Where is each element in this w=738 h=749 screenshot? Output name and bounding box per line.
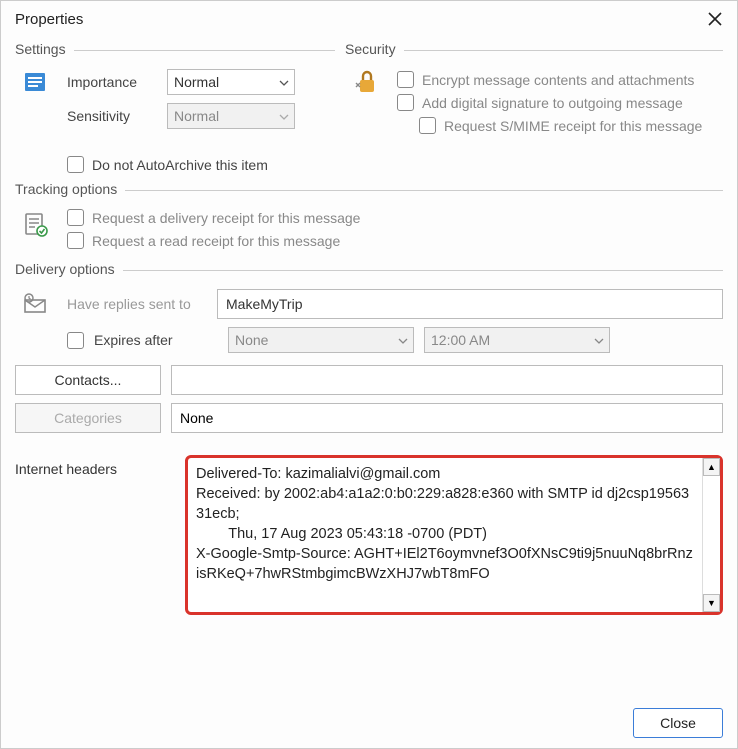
- encrypt-label: Encrypt message contents and attachments: [422, 72, 694, 88]
- read-receipt-checkbox[interactable]: [67, 232, 84, 249]
- expires-date-select: [228, 327, 414, 353]
- tracking-heading: Tracking options: [15, 181, 117, 197]
- settings-heading: Settings: [15, 41, 66, 57]
- close-button[interactable]: Close: [633, 708, 723, 738]
- delivery-receipt-checkbox[interactable]: [67, 209, 84, 226]
- contacts-input[interactable]: [171, 365, 723, 395]
- scrollbar[interactable]: ▲ ▼: [702, 458, 720, 612]
- sensitivity-label: Sensitivity: [67, 108, 157, 124]
- expires-checkbox[interactable]: [67, 332, 84, 349]
- autoarchive-label: Do not AutoArchive this item: [92, 157, 268, 173]
- title-bar: Properties: [1, 1, 737, 37]
- headers-textarea[interactable]: Delivered-To: kazimalialvi@gmail.com Rec…: [188, 458, 702, 612]
- importance-select[interactable]: [167, 69, 295, 95]
- scroll-down-icon[interactable]: ▼: [703, 594, 720, 612]
- signature-label: Add digital signature to outgoing messag…: [422, 95, 683, 111]
- smime-checkbox[interactable]: [419, 117, 436, 134]
- security-heading: Security: [345, 41, 396, 57]
- close-icon[interactable]: [703, 7, 727, 31]
- tracking-icon: [15, 211, 57, 237]
- headers-box: Delivered-To: kazimalialvi@gmail.com Rec…: [185, 455, 723, 615]
- autoarchive-checkbox[interactable]: [67, 156, 84, 173]
- window-title: Properties: [15, 11, 83, 28]
- scroll-up-icon[interactable]: ▲: [703, 458, 720, 476]
- lock-icon: [345, 69, 387, 95]
- signature-checkbox[interactable]: [397, 94, 414, 111]
- headers-label: Internet headers: [15, 455, 175, 477]
- read-receipt-label: Request a read receipt for this message: [92, 233, 340, 249]
- delivery-heading: Delivery options: [15, 261, 115, 277]
- expires-label: Expires after: [94, 332, 194, 348]
- contacts-button[interactable]: Contacts...: [15, 365, 161, 395]
- settings-icon: [15, 71, 57, 93]
- replies-input[interactable]: [217, 289, 723, 319]
- expires-time-select: [424, 327, 610, 353]
- encrypt-checkbox[interactable]: [397, 71, 414, 88]
- sensitivity-select: [167, 103, 295, 129]
- delivery-receipt-label: Request a delivery receipt for this mess…: [92, 210, 360, 226]
- properties-dialog: Properties Settings Importance: [0, 0, 738, 749]
- delivery-icon: [15, 292, 57, 316]
- importance-label: Importance: [67, 74, 157, 90]
- replies-label: Have replies sent to: [67, 296, 207, 312]
- categories-input[interactable]: [171, 403, 723, 433]
- categories-button: Categories: [15, 403, 161, 433]
- smime-label: Request S/MIME receipt for this message: [444, 118, 702, 134]
